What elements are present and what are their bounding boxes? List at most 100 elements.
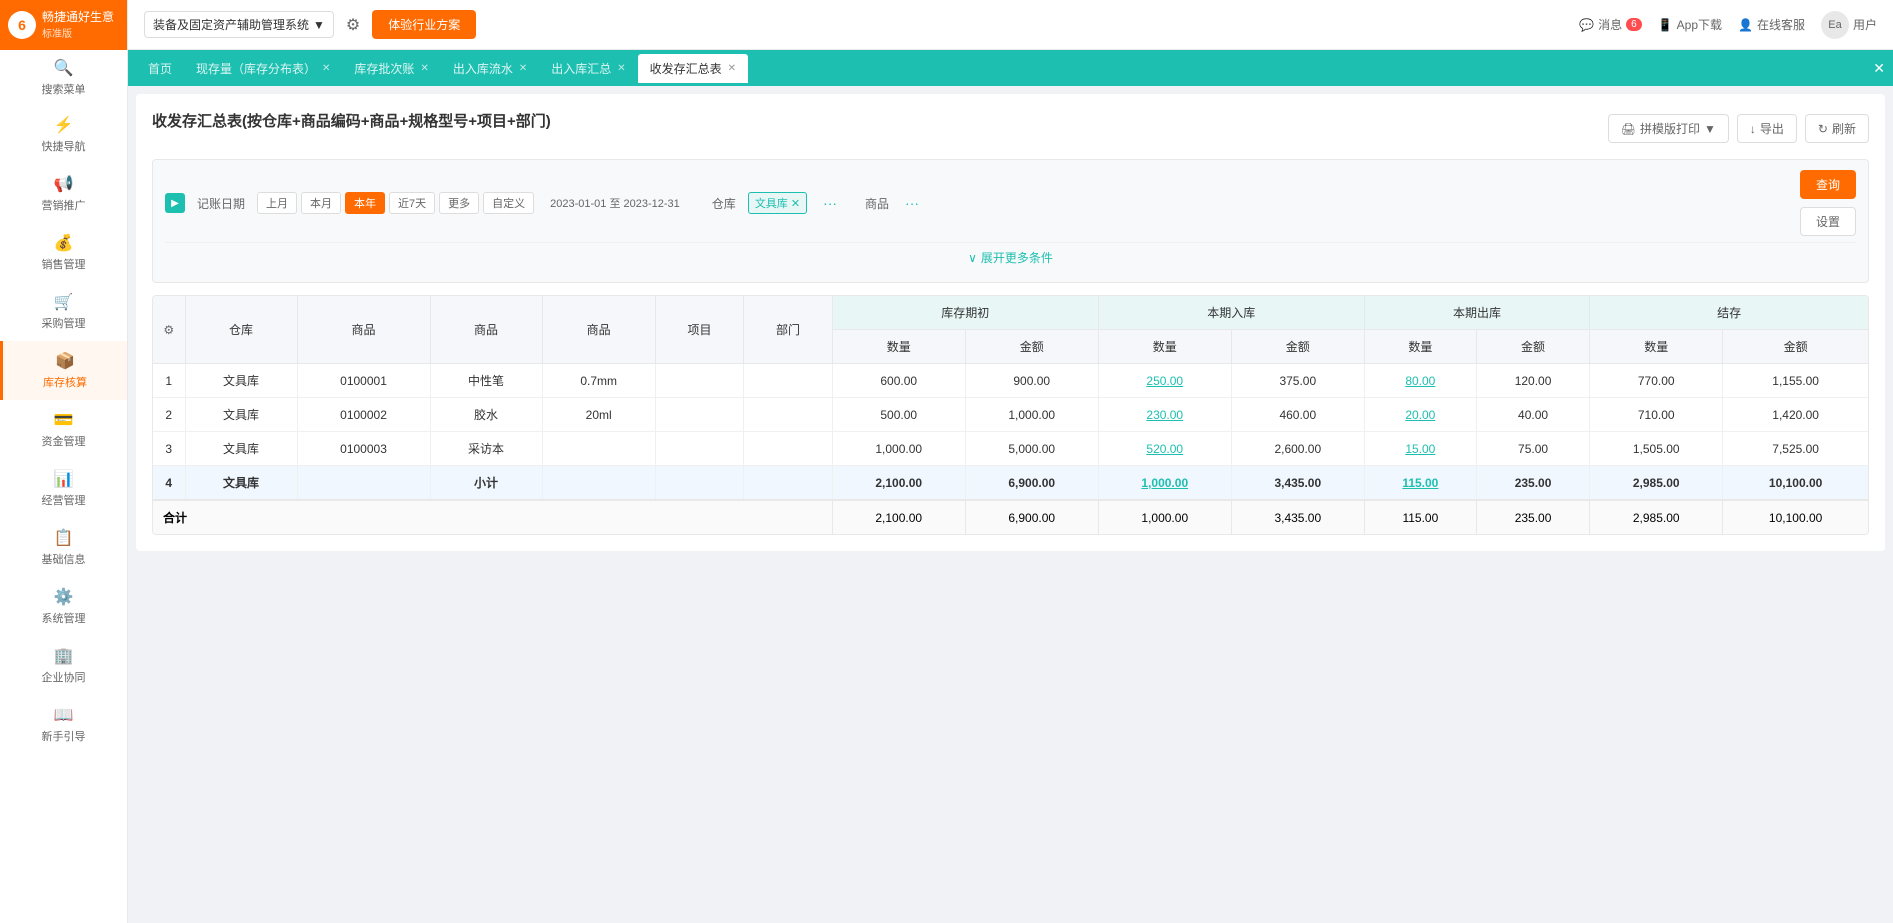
expand-more-button[interactable]: ∨ 展开更多条件 <box>165 242 1856 272</box>
sidebar-item-enterprise[interactable]: 🏢 企业协同 <box>0 636 127 695</box>
table-settings-icon[interactable]: ⚙ <box>163 323 174 337</box>
row-project <box>655 364 743 398</box>
row-in-amt: 460.00 <box>1231 398 1364 432</box>
date-btn-last-month[interactable]: 上月 <box>257 192 297 214</box>
tab-flow[interactable]: 出入库流水 ✕ <box>441 54 539 83</box>
row-out-amt: 75.00 <box>1476 432 1589 466</box>
table-row: 1 文具库 0100001 中性笔 0.7mm 600.00 900.00 25… <box>153 364 1868 398</box>
chevron-down-icon: ▼ <box>1704 122 1716 136</box>
chevron-down-icon: ∨ <box>968 251 977 265</box>
col-in-amt-header: 金额 <box>1231 330 1364 364</box>
tab-close-summary[interactable]: ✕ <box>617 63 625 74</box>
row-project <box>655 432 743 466</box>
messages-button[interactable]: 💬 消息 6 <box>1579 16 1642 33</box>
row-begin-qty: 1,000.00 <box>832 432 965 466</box>
sidebar-item-inventory[interactable]: 📦 库存核算 <box>0 341 127 400</box>
row-begin-amt: 5,000.00 <box>965 432 1098 466</box>
sidebar: 6 畅捷通好生意 标准版 🔍 搜索菜单 ⚡ 快捷导航 📢 营销推广 💰 销售管理… <box>0 0 128 923</box>
out-qty-link[interactable]: 20.00 <box>1405 408 1435 422</box>
topbar-right: 💬 消息 6 📱 App下载 👤 在线客服 Ea 用户 <box>1579 11 1877 39</box>
total-begin-amt: 6,900.00 <box>965 500 1098 534</box>
sidebar-item-purchase[interactable]: 🛒 采购管理 <box>0 282 127 341</box>
export-button[interactable]: ↓ 导出 <box>1737 114 1797 143</box>
row-in-qty: 520.00 <box>1098 432 1231 466</box>
system-selector[interactable]: 装备及固定资产辅助管理系统 ▼ <box>144 11 334 38</box>
tab-close-batch-account[interactable]: ✕ <box>420 63 428 74</box>
subtotal-out-amt: 235.00 <box>1476 466 1589 501</box>
subtotal-label: 小计 <box>430 466 542 501</box>
date-btn-this-year[interactable]: 本年 <box>345 192 385 214</box>
col-settings-header: ⚙ <box>153 296 185 364</box>
out-qty-link[interactable]: 80.00 <box>1405 374 1435 388</box>
row-bal-amt: 1,420.00 <box>1723 398 1868 432</box>
out-qty-link[interactable]: 15.00 <box>1405 442 1435 456</box>
row-out-qty: 80.00 <box>1364 364 1476 398</box>
message-icon: 💬 <box>1579 18 1594 32</box>
sidebar-item-finance[interactable]: 💳 资金管理 <box>0 400 127 459</box>
row-product-spec: 0.7mm <box>542 364 655 398</box>
in-qty-link[interactable]: 520.00 <box>1146 442 1183 456</box>
tab-close-flow[interactable]: ✕ <box>519 63 527 74</box>
col-bal-amt-header: 金额 <box>1723 330 1868 364</box>
row-bal-amt: 7,525.00 <box>1723 432 1868 466</box>
total-out-qty: 115.00 <box>1364 500 1476 534</box>
in-qty-link[interactable]: 250.00 <box>1146 374 1183 388</box>
online-service-button[interactable]: 👤 在线客服 <box>1738 16 1805 33</box>
row-product-name: 胶水 <box>430 398 542 432</box>
tabbar: 首页 现存量（库存分布表） ✕ 库存批次账 ✕ 出入库流水 ✕ 出入库汇总 ✕ … <box>128 50 1893 86</box>
sidebar-item-guide[interactable]: 📖 新手引导 <box>0 695 127 754</box>
tab-receive-send[interactable]: 收发存汇总表 ✕ <box>638 54 748 83</box>
warehouse-more-button[interactable]: ··· <box>823 195 837 211</box>
tab-home[interactable]: 首页 <box>136 54 184 83</box>
subtotal-bal-qty: 2,985.00 <box>1590 466 1723 501</box>
date-btn-custom[interactable]: 自定义 <box>483 192 534 214</box>
print-template-button[interactable]: 🖨 拼模版打印 ▼ <box>1608 114 1729 143</box>
subtotal-out-qty-link[interactable]: 115.00 <box>1402 476 1438 490</box>
operations-icon: 📊 <box>54 469 74 489</box>
sidebar-item-system[interactable]: ⚙️ 系统管理 <box>0 577 127 636</box>
date-btn-this-month[interactable]: 本月 <box>301 192 341 214</box>
inventory-icon: 📦 <box>55 351 75 371</box>
tab-close-receive-send[interactable]: ✕ <box>728 63 736 74</box>
product-more-button[interactable]: ··· <box>905 195 919 211</box>
row-begin-qty: 500.00 <box>832 398 965 432</box>
sidebar-item-quick-nav[interactable]: ⚡ 快捷导航 <box>0 105 127 164</box>
warehouse-tag-close[interactable]: ✕ <box>791 197 800 210</box>
filter-toggle-button[interactable]: ▶ <box>165 193 185 213</box>
date-btn-more[interactable]: 更多 <box>439 192 479 214</box>
tab-stock-dist[interactable]: 现存量（库存分布表） ✕ <box>184 54 342 83</box>
tab-batch-account[interactable]: 库存批次账 ✕ <box>342 54 440 83</box>
subtotal-begin-qty: 2,100.00 <box>832 466 965 501</box>
user-menu[interactable]: Ea 用户 <box>1821 11 1877 39</box>
tab-close-stock-dist[interactable]: ✕ <box>322 63 330 74</box>
subtotal-in-qty-link[interactable]: 1,000.00 <box>1141 476 1188 490</box>
close-all-tabs-button[interactable]: ✕ <box>1873 60 1885 77</box>
refresh-button[interactable]: ↻ 刷新 <box>1805 114 1869 143</box>
row-product-spec: 20ml <box>542 398 655 432</box>
row-project <box>655 398 743 432</box>
app-download-button[interactable]: 📱 App下载 <box>1658 16 1722 33</box>
finance-icon: 💳 <box>54 410 74 430</box>
setting-button[interactable]: 设置 <box>1800 207 1856 236</box>
row-department <box>744 432 832 466</box>
col-period-out-header: 本期出库 <box>1364 296 1589 330</box>
col-product-spec-header: 商品 <box>542 296 655 364</box>
trial-button[interactable]: 体验行业方案 <box>372 10 476 39</box>
row-num: 1 <box>153 364 185 398</box>
warehouse-tag[interactable]: 文具库 ✕ <box>748 192 807 214</box>
in-qty-link[interactable]: 230.00 <box>1146 408 1183 422</box>
sidebar-item-marketing[interactable]: 📢 营销推广 <box>0 164 127 223</box>
sidebar-item-base-info[interactable]: 📋 基础信息 <box>0 518 127 577</box>
settings-icon[interactable]: ⚙ <box>346 15 360 35</box>
row-num: 2 <box>153 398 185 432</box>
tab-summary[interactable]: 出入库汇总 ✕ <box>539 54 637 83</box>
query-button[interactable]: 查询 <box>1800 170 1856 199</box>
chevron-down-icon: ▼ <box>313 18 325 32</box>
col-product-code-header: 商品 <box>297 296 430 364</box>
sidebar-item-sales[interactable]: 💰 销售管理 <box>0 223 127 282</box>
row-out-amt: 40.00 <box>1476 398 1589 432</box>
row-department <box>744 364 832 398</box>
date-btn-7days[interactable]: 近7天 <box>389 192 435 214</box>
sidebar-item-search[interactable]: 🔍 搜索菜单 <box>0 50 127 105</box>
sidebar-item-operations[interactable]: 📊 经营管理 <box>0 459 127 518</box>
